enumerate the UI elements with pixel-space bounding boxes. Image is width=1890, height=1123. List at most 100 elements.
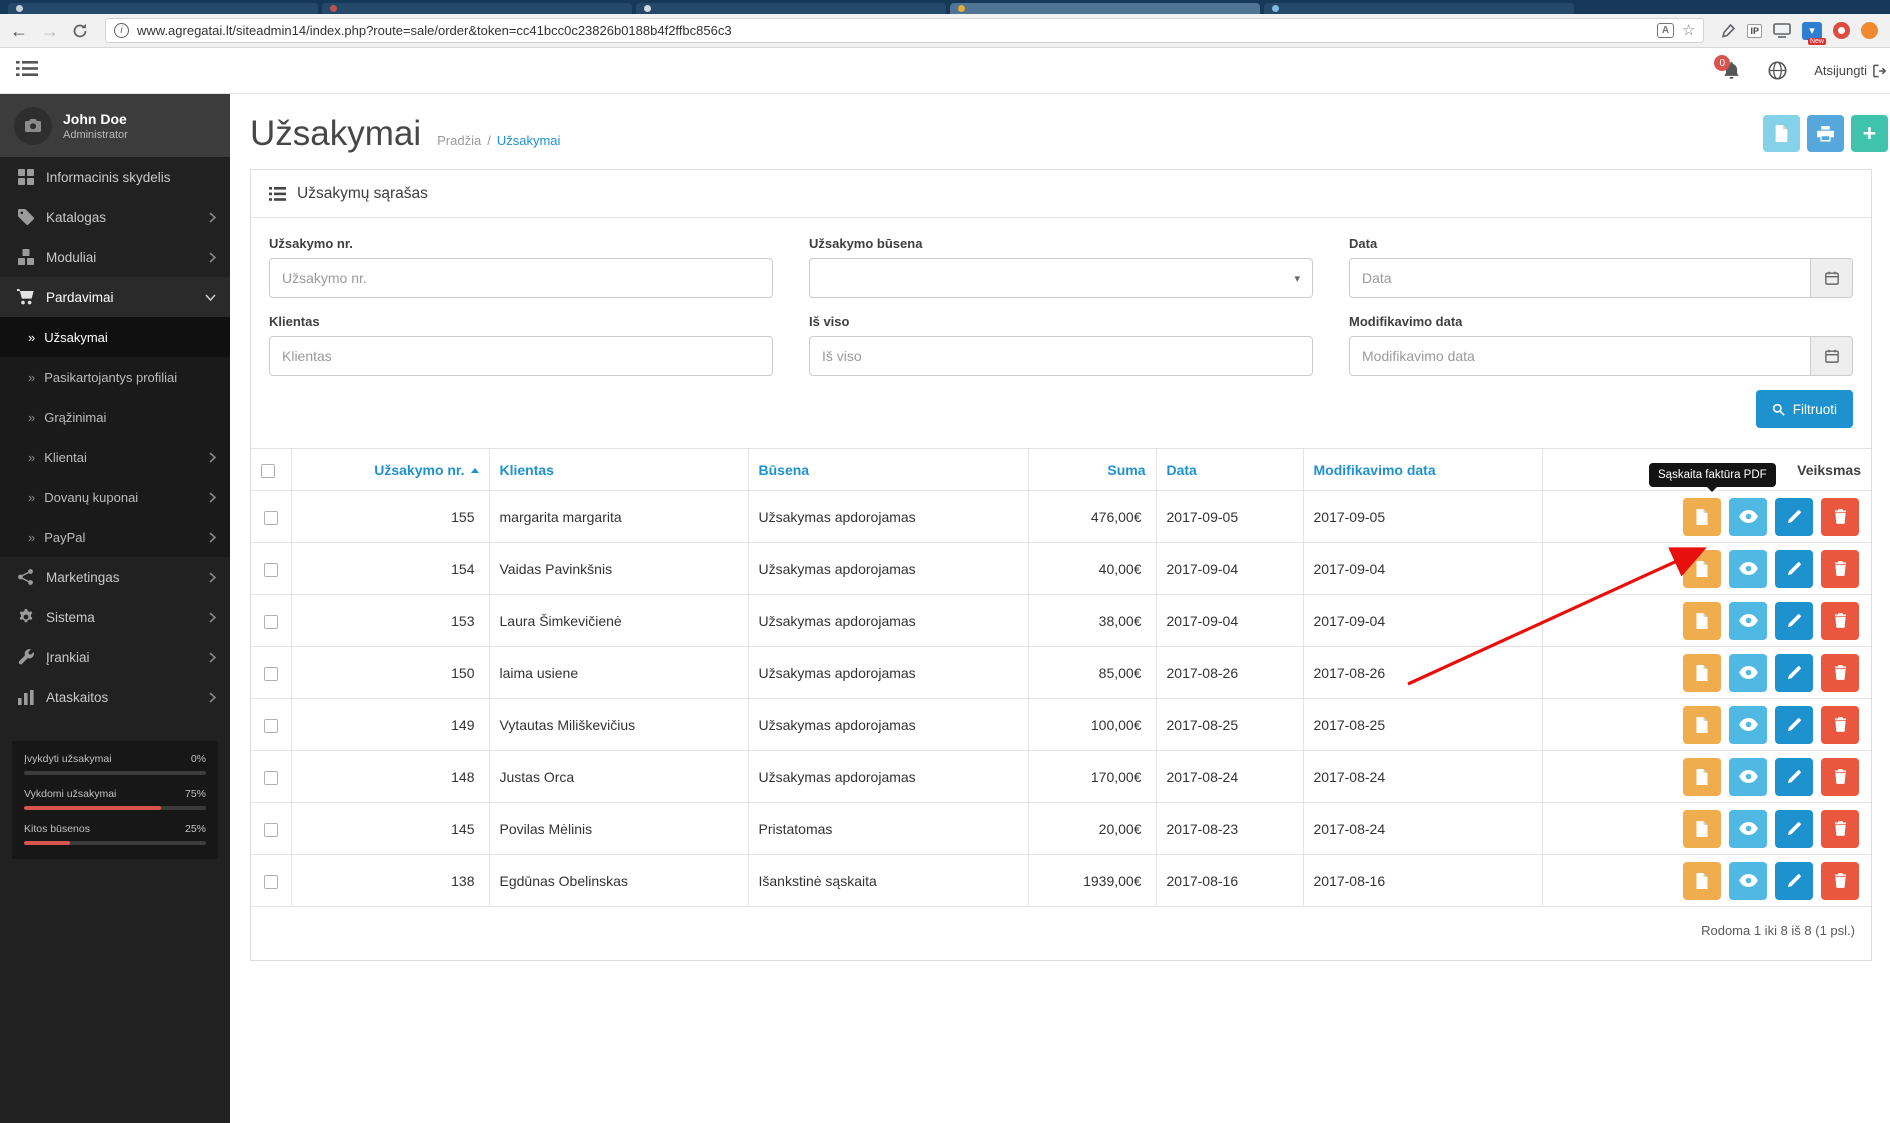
- row-checkbox[interactable]: [263, 874, 278, 889]
- sidebar-item-marketing[interactable]: Marketingas: [0, 557, 230, 597]
- delete-button[interactable]: [1821, 809, 1859, 848]
- customer-input[interactable]: [270, 337, 772, 375]
- view-button[interactable]: [1729, 653, 1768, 692]
- edit-button[interactable]: [1775, 497, 1814, 536]
- filter-button[interactable]: Filtruoti: [1755, 390, 1853, 428]
- total-input[interactable]: [810, 337, 1312, 375]
- view-button[interactable]: [1729, 601, 1768, 640]
- eyedropper-extension-icon[interactable]: [1721, 23, 1736, 38]
- submenu-item-returns[interactable]: » Grąžinimai: [0, 397, 230, 437]
- page-info-icon[interactable]: i: [114, 23, 129, 38]
- screenshot-extension-icon[interactable]: [1773, 23, 1791, 38]
- orange-circle-extension-icon[interactable]: [1861, 22, 1878, 39]
- back-button[interactable]: ←: [10, 22, 28, 40]
- ip-extension-icon[interactable]: IP: [1747, 23, 1762, 38]
- sidebar-toggle-button[interactable]: [16, 60, 38, 81]
- invoice-pdf-button[interactable]: [1683, 601, 1722, 640]
- invoice-pdf-button[interactable]: [1683, 497, 1722, 536]
- order-status-select[interactable]: ▾: [809, 258, 1313, 298]
- sidebar-item-sales[interactable]: Pardavimai: [0, 277, 230, 317]
- invoice-pdf-button[interactable]: [1683, 549, 1722, 588]
- sidebar-item-system[interactable]: Sistema: [0, 597, 230, 637]
- refresh-button[interactable]: [72, 23, 88, 39]
- bookmark-star-icon[interactable]: ☆: [1682, 23, 1695, 38]
- order-no-input[interactable]: [270, 259, 772, 297]
- sort-status-link[interactable]: Būsena: [759, 462, 810, 478]
- view-button[interactable]: [1729, 809, 1768, 848]
- notifications-button[interactable]: 0: [1708, 48, 1754, 93]
- row-checkbox[interactable]: [263, 822, 278, 837]
- edit-button[interactable]: [1775, 809, 1814, 848]
- invoice-pdf-button[interactable]: [1683, 809, 1722, 848]
- forward-button[interactable]: →: [41, 22, 59, 40]
- url-text[interactable]: www.agregatai.lt/siteadmin14/index.php?r…: [137, 23, 732, 38]
- view-button[interactable]: [1729, 757, 1768, 796]
- row-checkbox[interactable]: [263, 718, 278, 733]
- edit-button[interactable]: [1775, 549, 1814, 588]
- add-order-button[interactable]: +: [1851, 115, 1888, 152]
- invoice-print-button[interactable]: [1763, 115, 1800, 152]
- date-modified-picker-button[interactable]: [1810, 337, 1852, 375]
- submenu-item-recurring-profiles[interactable]: » Pasikartojantys profiliai: [0, 357, 230, 397]
- row-checkbox[interactable]: [263, 770, 278, 785]
- view-button[interactable]: [1729, 497, 1768, 536]
- sidebar-item-reports[interactable]: Ataskaitos: [0, 677, 230, 717]
- delete-button[interactable]: [1821, 705, 1859, 744]
- browser-tab[interactable]: [636, 3, 946, 14]
- browser-tab[interactable]: [322, 3, 632, 14]
- invoice-pdf-button[interactable]: [1683, 705, 1722, 744]
- sort-total-link[interactable]: Suma: [1107, 462, 1145, 478]
- row-checkbox[interactable]: [263, 562, 278, 577]
- select-all-checkbox[interactable]: [261, 463, 275, 478]
- delete-button[interactable]: [1821, 601, 1859, 640]
- edit-button[interactable]: [1775, 757, 1814, 796]
- date-modified-input[interactable]: [1350, 337, 1810, 375]
- delete-button[interactable]: [1821, 653, 1859, 692]
- row-checkbox[interactable]: [263, 510, 278, 525]
- row-checkbox[interactable]: [263, 666, 278, 681]
- delete-button[interactable]: [1821, 861, 1859, 900]
- submenu-item-gift-vouchers[interactable]: » Dovanų kuponai: [0, 477, 230, 517]
- pencil-icon: [1787, 613, 1801, 627]
- invoice-pdf-button[interactable]: [1683, 757, 1722, 796]
- submenu-item-orders[interactable]: » Užsakymai: [0, 317, 230, 357]
- sort-order-no-link[interactable]: Užsakymo nr.: [374, 462, 479, 478]
- sidebar-item-tools[interactable]: Įrankiai: [0, 637, 230, 677]
- edit-button[interactable]: [1775, 861, 1814, 900]
- edit-button[interactable]: [1775, 705, 1814, 744]
- edit-button[interactable]: [1775, 653, 1814, 692]
- pdf-file-icon: [1696, 872, 1708, 889]
- delete-button[interactable]: [1821, 549, 1859, 588]
- view-button[interactable]: [1729, 861, 1768, 900]
- download-extension-icon[interactable]: ▾ New: [1802, 21, 1826, 45]
- address-bar[interactable]: i www.agregatai.lt/siteadmin14/index.php…: [105, 18, 1705, 43]
- delete-button[interactable]: [1821, 497, 1859, 536]
- shipping-print-button[interactable]: [1807, 115, 1844, 152]
- submenu-item-customers[interactable]: » Klientai: [0, 437, 230, 477]
- sidebar-item-modules[interactable]: Moduliai: [0, 237, 230, 277]
- sort-customer-link[interactable]: Klientas: [500, 462, 554, 478]
- browser-tab[interactable]: [1264, 3, 1574, 14]
- breadcrumb-current-link[interactable]: Užsakymai: [497, 133, 561, 148]
- invoice-pdf-button[interactable]: [1683, 861, 1722, 900]
- edit-button[interactable]: [1775, 601, 1814, 640]
- view-button[interactable]: [1729, 705, 1768, 744]
- sidebar-item-catalog[interactable]: Katalogas: [0, 197, 230, 237]
- breadcrumb-home-link[interactable]: Pradžia: [437, 133, 481, 148]
- sort-date-link[interactable]: Data: [1167, 462, 1197, 478]
- red-circle-extension-icon[interactable]: [1833, 22, 1850, 39]
- sidebar-item-dashboard[interactable]: Informacinis skydelis: [0, 157, 230, 197]
- date-picker-button[interactable]: [1810, 259, 1852, 297]
- view-button[interactable]: [1729, 549, 1768, 588]
- logout-button[interactable]: Atsijungti: [1800, 63, 1890, 78]
- sort-modified-link[interactable]: Modifikavimo data: [1314, 462, 1436, 478]
- date-input[interactable]: [1350, 259, 1810, 297]
- browser-tab[interactable]: [8, 3, 318, 14]
- submenu-item-paypal[interactable]: » PayPal: [0, 517, 230, 557]
- stores-button[interactable]: [1754, 48, 1800, 93]
- invoice-pdf-button[interactable]: [1683, 653, 1722, 692]
- browser-tab-active[interactable]: [950, 3, 1260, 14]
- delete-button[interactable]: [1821, 757, 1859, 796]
- row-checkbox[interactable]: [263, 614, 278, 629]
- translate-icon[interactable]: A: [1657, 23, 1675, 38]
